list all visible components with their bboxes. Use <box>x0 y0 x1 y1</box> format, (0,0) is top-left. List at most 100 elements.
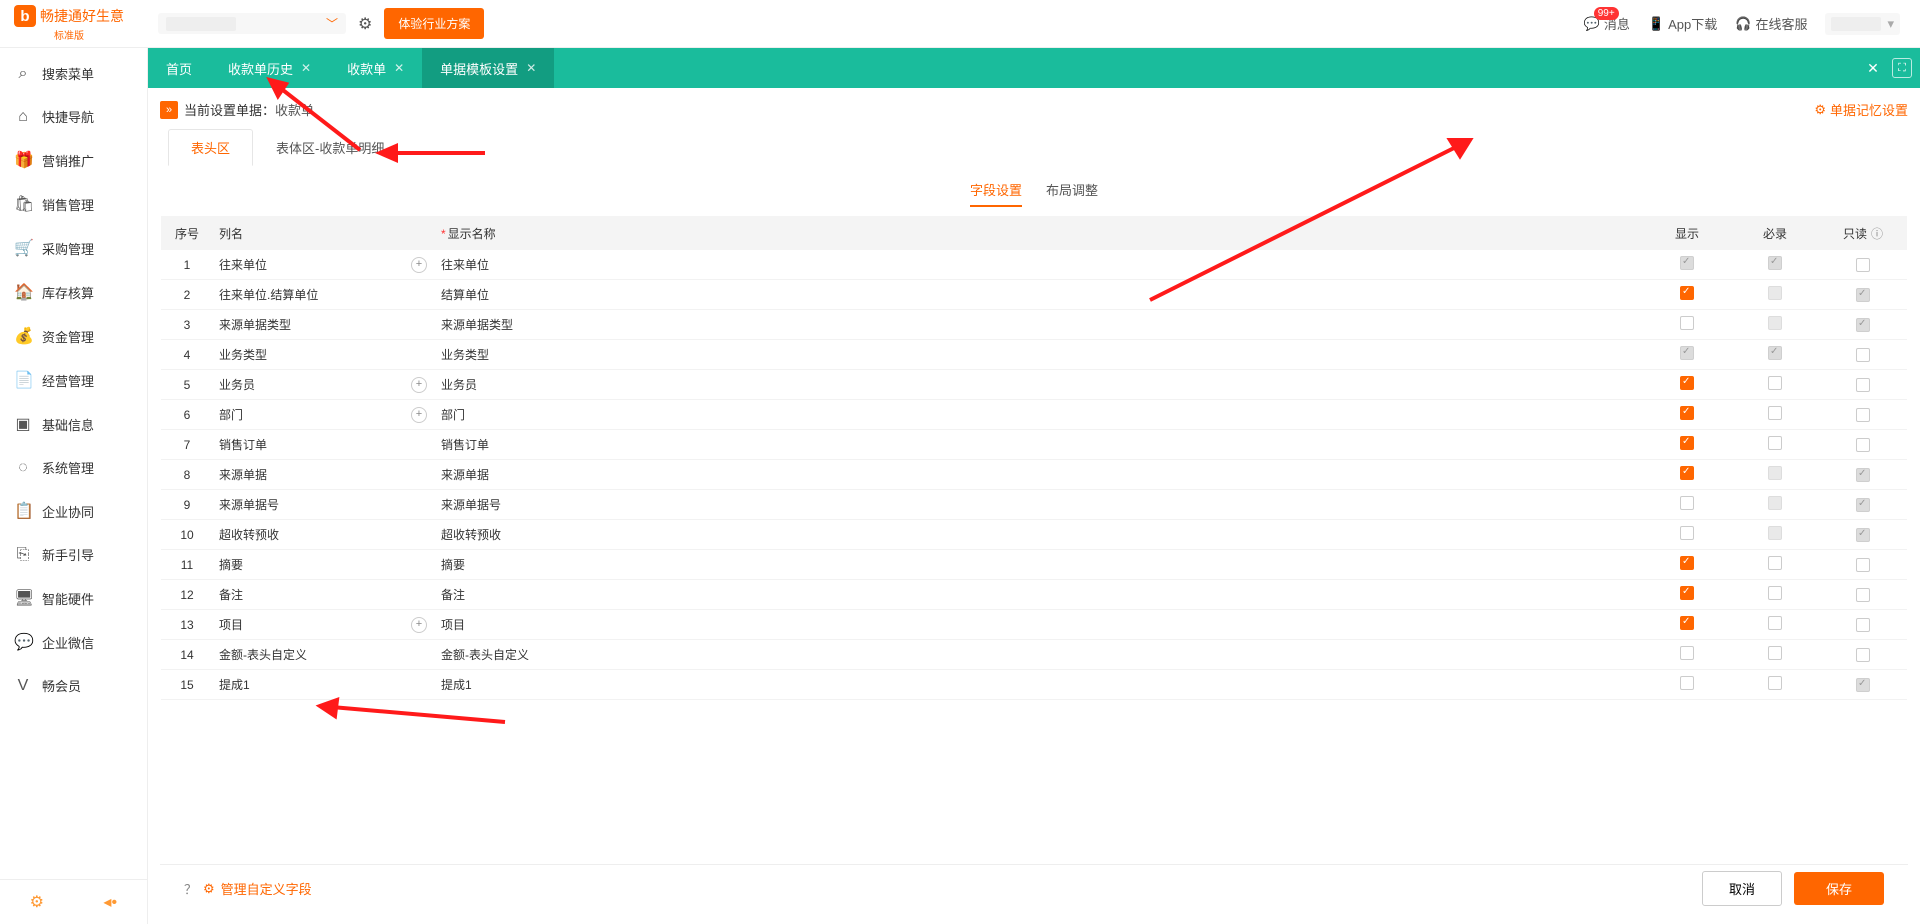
display-name-cell[interactable]: 销售订单 <box>435 436 1643 453</box>
close-icon[interactable]: ✕ <box>301 61 311 75</box>
sidebar-item-10[interactable]: 📋企业协同 <box>0 489 147 533</box>
sub-tab-1[interactable]: 布局调整 <box>1046 180 1098 207</box>
checkbox[interactable] <box>1680 286 1694 300</box>
gear-icon: ⚙ <box>203 881 215 897</box>
checkbox[interactable] <box>1856 258 1870 272</box>
add-icon[interactable]: + <box>411 377 427 393</box>
display-name-cell[interactable]: 提成1 <box>435 676 1643 693</box>
close-icon[interactable]: ✕ <box>526 61 536 75</box>
checkbox[interactable] <box>1680 316 1694 330</box>
user-area[interactable]: ▾ <box>1825 13 1900 35</box>
checkbox[interactable] <box>1768 376 1782 390</box>
sidebar-item-6[interactable]: 💰资金管理 <box>0 314 147 358</box>
display-name-cell[interactable]: 业务类型 <box>435 346 1643 363</box>
display-name-cell[interactable]: 来源单据类型 <box>435 316 1643 333</box>
sidebar-item-1[interactable]: ⌂快捷导航 <box>0 95 147 138</box>
manage-custom-fields-link[interactable]: ？ ⚙ 管理自定义字段 <box>184 879 312 898</box>
checkbox[interactable] <box>1768 586 1782 600</box>
sidebar-item-4[interactable]: 🛒采购管理 <box>0 226 147 270</box>
display-name-cell[interactable]: 来源单据号 <box>435 496 1643 513</box>
checkbox[interactable] <box>1856 438 1870 452</box>
logo-icon: b <box>14 5 36 27</box>
area-tab-0[interactable]: 表头区 <box>168 129 253 166</box>
help-icon[interactable]: ⓘ <box>1871 225 1883 242</box>
sidebar-item-11[interactable]: ⎘新手引导 <box>0 533 147 576</box>
checkbox[interactable] <box>1856 648 1870 662</box>
checkbox[interactable] <box>1768 436 1782 450</box>
org-select[interactable]: ﹀ <box>158 13 346 34</box>
checkbox[interactable] <box>1768 646 1782 660</box>
service-link[interactable]: 🎧 在线客服 <box>1735 14 1807 33</box>
checkbox[interactable] <box>1680 646 1694 660</box>
add-icon[interactable]: + <box>411 617 427 633</box>
sidebar-item-7[interactable]: 📄经营管理 <box>0 358 147 402</box>
sidebar-item-3[interactable]: 🛍销售管理 <box>0 182 147 226</box>
download-link[interactable]: 📱 App下载 <box>1648 14 1717 33</box>
fullscreen-icon[interactable]: ⛶ <box>1892 58 1912 78</box>
add-icon[interactable]: + <box>411 407 427 423</box>
checkbox[interactable] <box>1680 496 1694 510</box>
display-name-cell[interactable]: 备注 <box>435 586 1643 603</box>
checkbox[interactable] <box>1680 436 1694 450</box>
tab-2[interactable]: 收款单✕ <box>329 48 422 88</box>
area-tab-1[interactable]: 表体区-收款单明细 <box>253 129 407 166</box>
cancel-button[interactable]: 取消 <box>1702 871 1782 906</box>
display-name-cell[interactable]: 部门 <box>435 406 1643 423</box>
checkbox[interactable] <box>1856 408 1870 422</box>
checkbox[interactable] <box>1768 556 1782 570</box>
display-name-cell[interactable]: 往来单位 <box>435 256 1643 273</box>
grid-row: 4业务类型业务类型 <box>161 340 1907 370</box>
grid-row: 15提成1提成1 <box>161 670 1907 700</box>
close-icon[interactable]: ✕ <box>394 61 404 75</box>
sidebar-item-label: 系统管理 <box>42 458 94 477</box>
sidebar-item-12[interactable]: 🖥智能硬件 <box>0 576 147 620</box>
checkbox[interactable] <box>1680 616 1694 630</box>
checkbox[interactable] <box>1680 676 1694 690</box>
checkbox[interactable] <box>1768 616 1782 630</box>
sidebar-item-5[interactable]: 🏠库存核算 <box>0 270 147 314</box>
display-name-cell[interactable]: 摘要 <box>435 556 1643 573</box>
checkbox[interactable] <box>1768 406 1782 420</box>
checkbox[interactable] <box>1768 676 1782 690</box>
display-name-cell[interactable]: 业务员 <box>435 376 1643 393</box>
memory-settings-link[interactable]: ⚙ 单据记忆设置 <box>1814 100 1908 119</box>
tab-3[interactable]: 单据模板设置✕ <box>422 48 554 88</box>
display-name-cell[interactable]: 来源单据 <box>435 466 1643 483</box>
checkbox[interactable] <box>1856 558 1870 572</box>
sidebar-collapse-icon[interactable]: ◂• <box>74 880 148 924</box>
checkbox[interactable] <box>1856 588 1870 602</box>
checkbox <box>1856 528 1870 542</box>
display-name-cell[interactable]: 项目 <box>435 616 1643 633</box>
checkbox[interactable] <box>1680 586 1694 600</box>
grid-body: 1往来单位+往来单位2往来单位.结算单位结算单位3来源单据类型来源单据类型4业务… <box>161 250 1907 863</box>
checkbox[interactable] <box>1680 406 1694 420</box>
save-button[interactable]: 保存 <box>1794 872 1884 905</box>
add-icon[interactable]: + <box>411 257 427 273</box>
sidebar-item-label: 资金管理 <box>42 327 94 346</box>
checkbox[interactable] <box>1856 348 1870 362</box>
sidebar-item-14[interactable]: V畅会员 <box>0 664 147 707</box>
sidebar-item-0[interactable]: ⌕搜索菜单 <box>0 52 147 95</box>
sidebar-item-8[interactable]: ▣基础信息 <box>0 402 147 446</box>
checkbox[interactable] <box>1856 378 1870 392</box>
checkbox[interactable] <box>1680 556 1694 570</box>
sub-tab-0[interactable]: 字段设置 <box>970 180 1022 207</box>
display-name-cell[interactable]: 超收转预收 <box>435 526 1643 543</box>
tab-close-all-icon[interactable]: ✕ <box>1862 57 1884 79</box>
checkbox[interactable] <box>1680 376 1694 390</box>
sidebar-item-13[interactable]: 💬企业微信 <box>0 620 147 664</box>
display-name-cell[interactable]: 金额-表头自定义 <box>435 646 1643 663</box>
sidebar-item-9[interactable]: ◌系统管理 <box>0 446 147 489</box>
sidebar-item-2[interactable]: 🎁营销推广 <box>0 138 147 182</box>
display-name-cell[interactable]: 结算单位 <box>435 286 1643 303</box>
gear-icon[interactable]: ⚙ <box>358 14 372 34</box>
checkbox[interactable] <box>1680 466 1694 480</box>
tab-1[interactable]: 收款单历史✕ <box>210 48 329 88</box>
experience-btn[interactable]: 体验行业方案 <box>384 8 484 39</box>
messages-link[interactable]: 💬 消息 99+ <box>1584 14 1630 33</box>
context-expand-icon[interactable]: » <box>160 101 178 119</box>
tab-0[interactable]: 首页 <box>148 48 210 88</box>
checkbox[interactable] <box>1856 618 1870 632</box>
checkbox[interactable] <box>1680 526 1694 540</box>
sidebar-settings-icon[interactable]: ⚙ <box>0 880 74 924</box>
